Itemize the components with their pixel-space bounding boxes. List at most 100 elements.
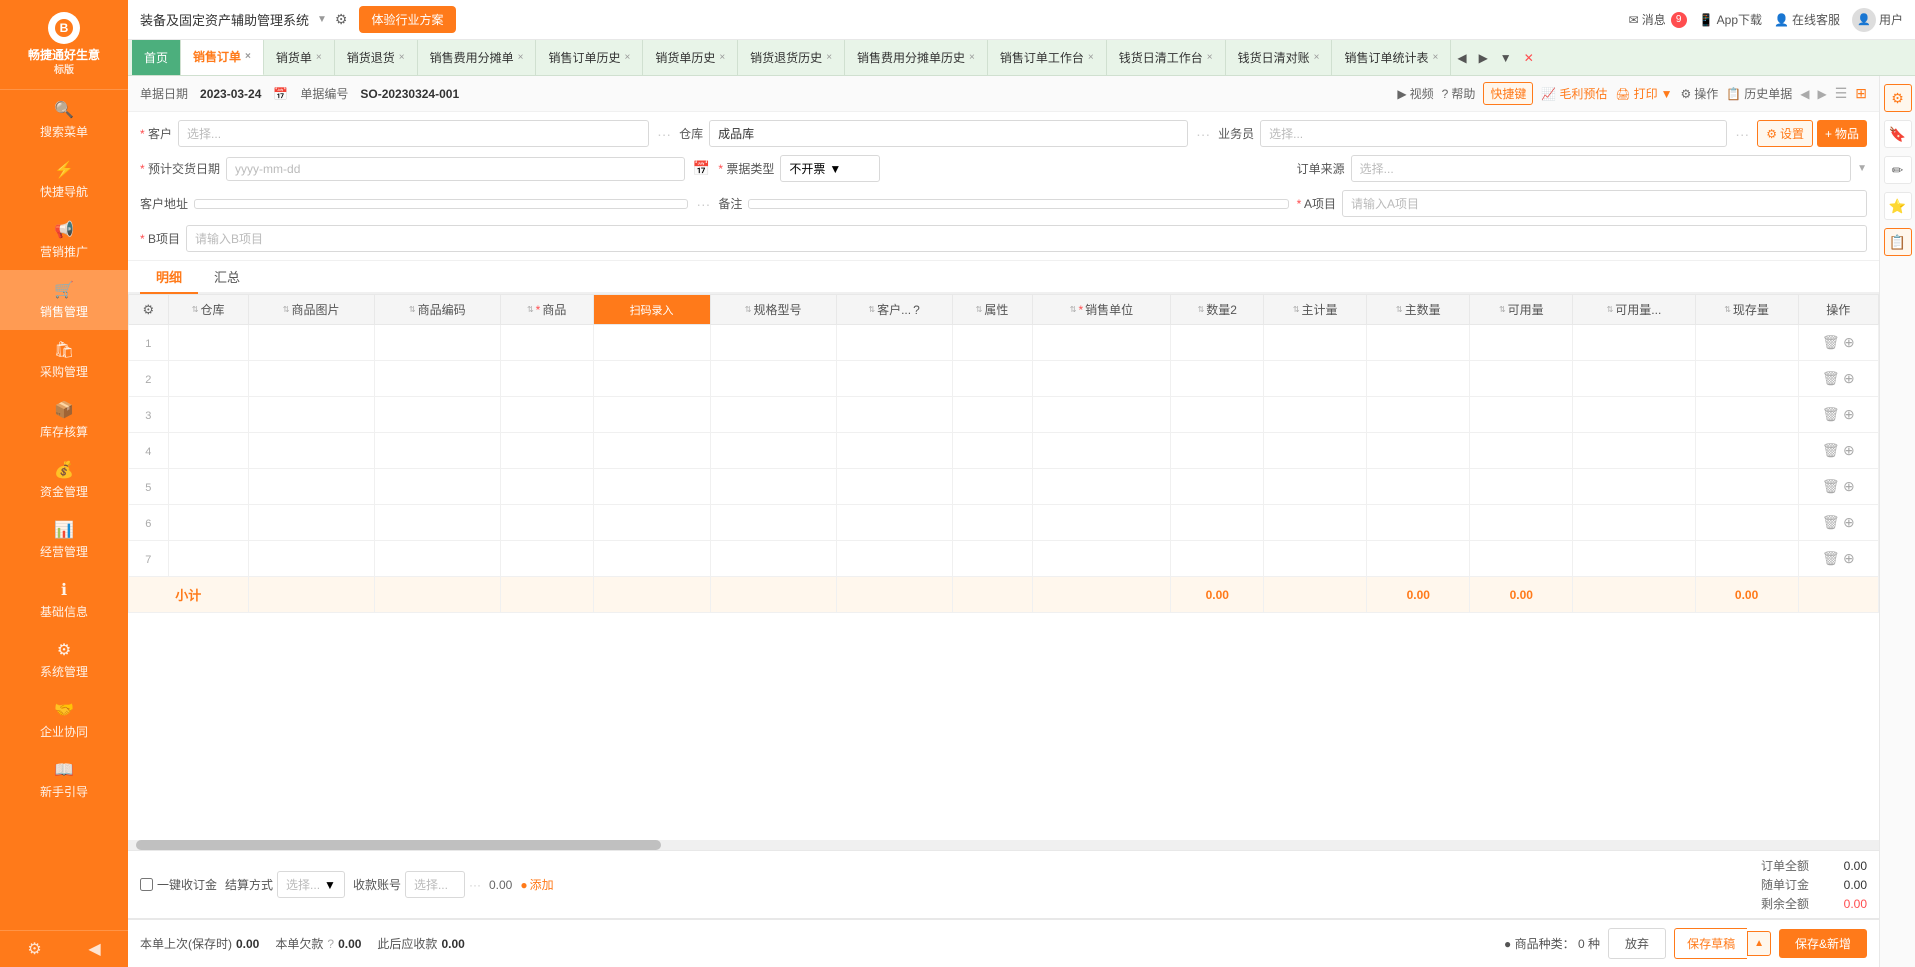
tab-clearance-workbench[interactable]: 钱货日清工作台 × [1107,40,1226,76]
account-more-icon[interactable]: ··· [469,878,481,892]
profit-btn[interactable]: 📈 毛利预估 [1541,85,1607,102]
warehouse-more-icon[interactable]: ··· [1196,126,1210,142]
delete-row-btn[interactable]: 🗑 [1822,406,1840,423]
account-select[interactable]: 选择... [405,871,465,898]
add-goods-btn[interactable]: + 物品 [1817,120,1867,147]
sort-icon[interactable]: ⇅ [1607,305,1614,314]
tab-close-icon[interactable]: × [1088,52,1094,63]
add-account-btn[interactable]: ● 添加 [520,876,553,893]
col-avail2[interactable]: ⇅ 可用量... [1573,295,1695,325]
tab-menu-btn[interactable]: ▼ [1494,47,1518,69]
next-record-btn[interactable]: ▶ [1817,87,1826,101]
sidebar-item-enterprise[interactable]: 🤝 企业协同 [0,690,128,750]
grid-view-btn[interactable]: ⊞ [1855,85,1867,102]
tab-prev-btn[interactable]: ◀ [1451,47,1472,69]
address-more-icon[interactable]: ··· [696,196,710,212]
sidebar-item-basic[interactable]: ℹ 基础信息 [0,570,128,630]
message-btn[interactable]: ✉ 消息 9 [1629,11,1687,28]
tab-close-icon[interactable]: × [1432,52,1438,63]
right-clipboard-btn[interactable]: 📋 [1884,228,1912,256]
date-value[interactable]: 2023-03-24 [200,87,261,101]
copy-row-btn[interactable]: ⊕ [1843,334,1855,351]
col-spec[interactable]: ⇅ 规格型号 [710,295,836,325]
sidebar-item-guide[interactable]: 📖 新手引导 [0,750,128,810]
tab-order-workbench[interactable]: 销售订单工作台 × [988,40,1107,76]
save-draft-arrow-btn[interactable]: ▲ [1747,931,1771,956]
sidebar-item-sales[interactable]: 🛒 销售管理 [0,270,128,330]
online-service-btn[interactable]: 👤 在线客服 [1774,11,1840,28]
calendar-icon[interactable]: 📅 [273,87,288,101]
col-goods[interactable]: ⇅ * 商品 [500,295,593,325]
copy-row-btn[interactable]: ⊕ [1843,478,1855,495]
sidebar-item-finance[interactable]: 💰 资金管理 [0,450,128,510]
note-input[interactable] [748,199,1288,209]
b-project-input[interactable]: 请输入B项目 [186,225,1867,252]
horizontal-scrollbar[interactable] [128,840,1879,850]
sort-icon[interactable]: ⇅ [192,305,199,314]
one-click-input[interactable] [140,878,153,891]
col-attr[interactable]: ⇅ 属性 [952,295,1032,325]
tab-order-stats[interactable]: 销售订单统计表 × [1332,40,1451,76]
sidebar-item-purchase[interactable]: 🛍 采购管理 [0,330,128,390]
actions-btn[interactable]: ⚙ 操作 [1680,85,1718,102]
industry-plan-button[interactable]: 体验行业方案 [359,6,455,33]
delete-row-btn[interactable]: 🗑 [1822,370,1840,387]
sort-icon[interactable]: ⇅ [1396,305,1403,314]
tab-expense-history[interactable]: 销售费用分摊单历史 × [845,40,988,76]
address-input[interactable] [194,199,688,209]
tab-close-icon[interactable]: × [399,52,405,63]
col-main-qty[interactable]: ⇅ 主数量 [1367,295,1470,325]
col-image[interactable]: ⇅ 商品图片 [248,295,374,325]
col-unit[interactable]: ⇅ * 销售单位 [1032,295,1171,325]
abandon-button[interactable]: 放弃 [1608,928,1666,959]
tab-return-history[interactable]: 销货退货历史 × [738,40,845,76]
save-new-button[interactable]: 保存&新增 [1779,929,1867,958]
sort-icon[interactable]: ⇅ [1198,305,1205,314]
delete-row-btn[interactable]: 🗑 [1822,442,1840,459]
copy-row-btn[interactable]: ⊕ [1843,514,1855,531]
sidebar-item-operations[interactable]: 📊 经营管理 [0,510,128,570]
delete-row-btn[interactable]: 🗑 [1822,514,1840,531]
right-settings-btn[interactable]: ⚙ [1884,84,1912,112]
delete-row-btn[interactable]: 🗑 [1822,334,1840,351]
save-draft-button[interactable]: 保存草稿 [1674,928,1747,959]
tab-clearance-account[interactable]: 钱货日清对账 × [1226,40,1333,76]
header-settings-icon[interactable]: ⚙ [335,11,348,28]
col-code[interactable]: ⇅ 商品编码 [374,295,500,325]
sidebar-item-system[interactable]: ⚙ 系统管理 [0,630,128,690]
salesperson-input[interactable]: 选择... [1260,120,1727,147]
tab-close-icon[interactable]: × [518,52,524,63]
tab-close-icon[interactable]: × [969,52,975,63]
tab-return[interactable]: 销货退货 × [335,40,418,76]
a-project-input[interactable]: 请输入A项目 [1342,190,1867,217]
delivery-input[interactable]: yyyy-mm-dd [226,157,685,181]
warehouse-input[interactable]: 成品库 [709,120,1188,147]
sort-icon[interactable]: ⇅ [1293,305,1300,314]
col-main-unit[interactable]: ⇅ 主计量 [1264,295,1367,325]
delivery-calendar-icon[interactable]: 📅 [693,160,710,177]
payment-select[interactable]: 选择... ▼ [277,871,345,898]
col-stock[interactable]: ⇅ 现存量 [1695,295,1798,325]
col-customer-code[interactable]: ⇅ 客户... ? [836,295,952,325]
tab-close-icon[interactable]: × [316,52,322,63]
sort-icon[interactable]: ⇅ [1499,305,1506,314]
sort-icon[interactable]: ⇅ [1724,305,1731,314]
tab-next-btn[interactable]: ▶ [1473,47,1494,69]
sort-icon[interactable]: ⇅ [976,305,983,314]
app-download-btn[interactable]: 📱 App下载 [1699,11,1762,28]
sidebar-collapse-icon[interactable]: ◀ [88,939,100,959]
sort-icon[interactable]: ⇅ [409,305,416,314]
tab-close-icon[interactable]: × [1207,52,1213,63]
sort-icon[interactable]: ⇅ [527,305,534,314]
right-star-btn[interactable]: ⭐ [1884,192,1912,220]
view-btn[interactable]: ▶ 视频 [1397,85,1433,102]
shortcuts-btn[interactable]: 快捷键 [1483,82,1533,105]
col-gear[interactable]: ⚙ [129,295,169,325]
print-btn[interactable]: 🖨 打印 ▼ [1615,85,1672,102]
tab-home[interactable]: 首页 [132,40,181,76]
sidebar-item-inventory[interactable]: 📦 库存核算 [0,390,128,450]
col-scan[interactable]: 扫码录入 [593,295,710,325]
tab-close-icon[interactable]: × [826,52,832,63]
copy-row-btn[interactable]: ⊕ [1843,406,1855,423]
sort-icon[interactable]: ⇅ [283,305,290,314]
